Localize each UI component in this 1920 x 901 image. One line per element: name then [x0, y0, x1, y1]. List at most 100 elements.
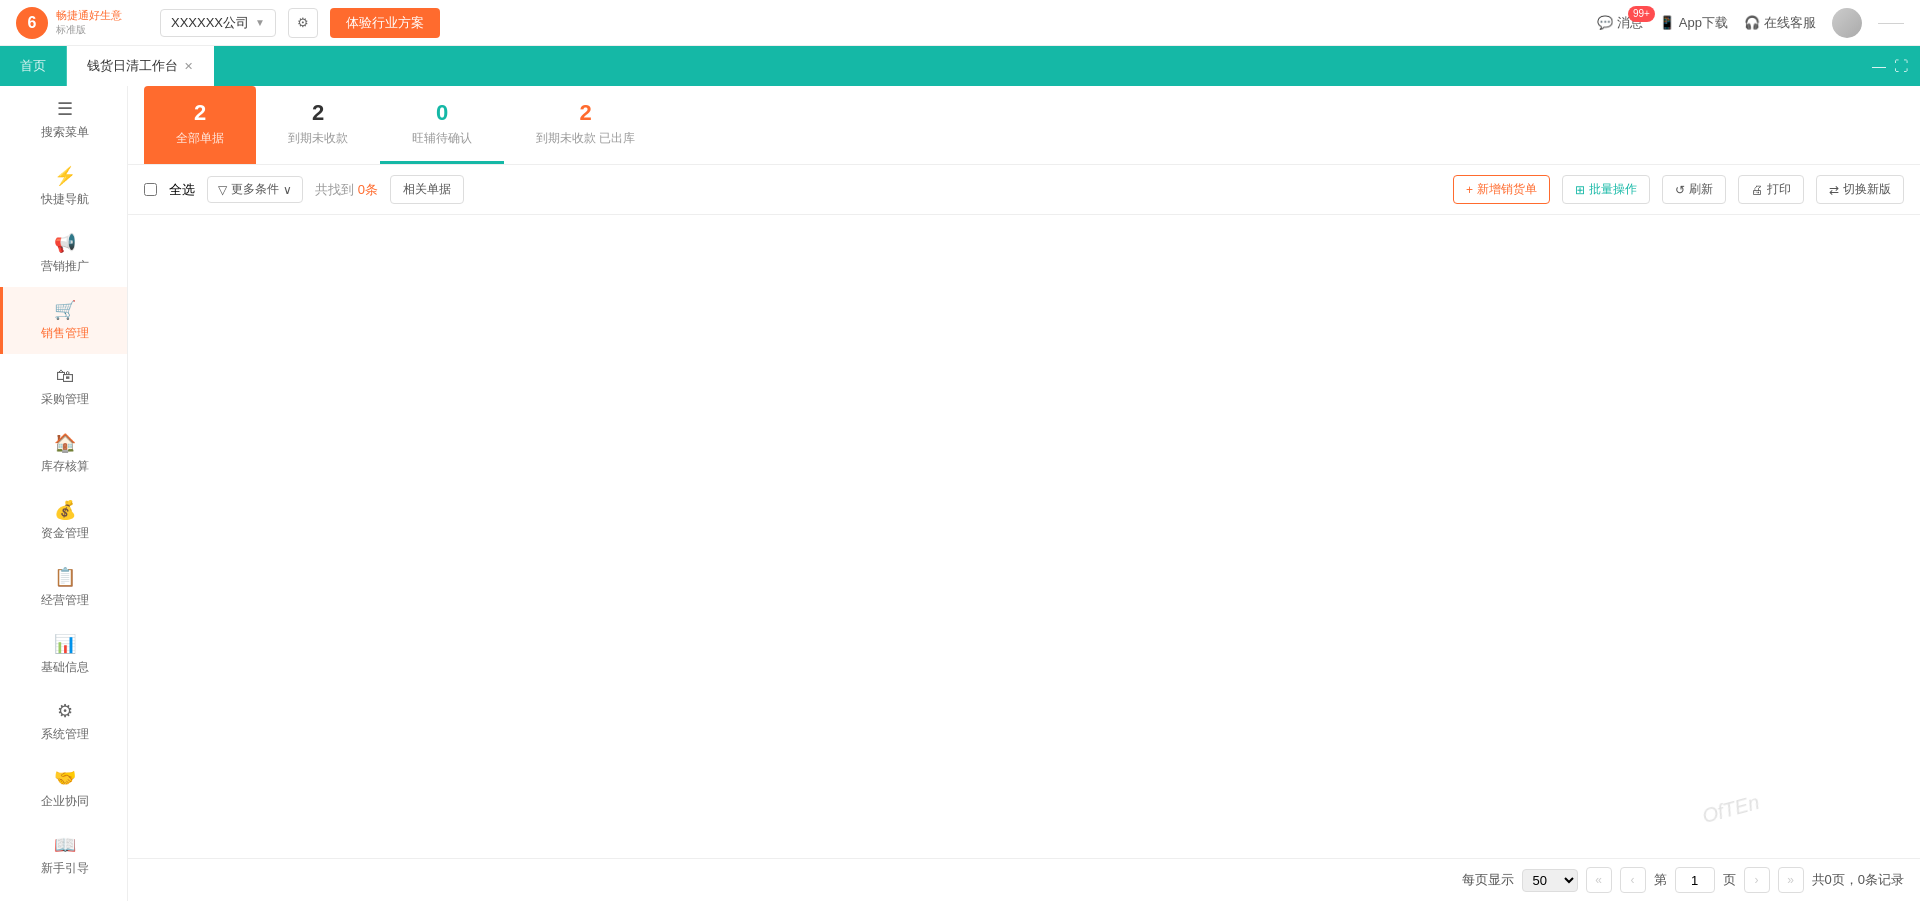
sidebar-item-quick-nav-label: 快捷导航 [41, 191, 89, 208]
sidebar-item-search-label: 搜索菜单 [41, 124, 89, 141]
batch-label: 批量操作 [1589, 181, 1637, 198]
quick-nav-icon: ⚡ [54, 165, 76, 187]
system-icon: ⚙ [57, 700, 73, 722]
summary-card-overdue[interactable]: 2 到期未收款 [256, 86, 380, 164]
prev-page-button[interactable]: ‹ [1620, 867, 1646, 893]
first-page-button[interactable]: « [1586, 867, 1612, 893]
purchase-icon: 🛍 [56, 366, 74, 387]
tab-home-label: 首页 [20, 57, 46, 75]
refresh-label: 刷新 [1689, 181, 1713, 198]
sidebar-item-apps[interactable]: 🎁 应用中心 [0, 889, 127, 901]
sidebar-item-guide[interactable]: 📖 新手引导 [0, 822, 127, 889]
sidebar-item-search[interactable]: ☰ 搜索菜单 [0, 86, 127, 153]
batch-icon: ⊞ [1575, 183, 1585, 197]
sidebar: ☰ 搜索菜单 ⚡ 快捷导航 📢 营销推广 🛒 销售管理 🛍 采购管理 🏠 库存核… [0, 86, 128, 901]
print-label: 打印 [1767, 181, 1791, 198]
trial-button[interactable]: 体验行业方案 [330, 8, 440, 38]
page-suffix-label: 页 [1723, 871, 1736, 889]
more-filter-button[interactable]: ▽ 更多条件 ∨ [207, 176, 303, 203]
table-area [128, 215, 1920, 858]
top-header: 6 畅捷通好生意 标准版 XXXXXX公司 ▼ ⚙ 体验行业方案 💬 消息 99… [0, 0, 1920, 46]
filter-arrow-icon: ∨ [283, 183, 292, 197]
switch-version-button[interactable]: ⇄ 切换新版 [1816, 175, 1904, 204]
per-page-select[interactable]: 10 20 50 100 [1522, 869, 1578, 892]
select-all-checkbox[interactable] [144, 183, 157, 196]
sidebar-item-enterprise[interactable]: 🤝 企业协同 [0, 755, 127, 822]
sidebar-item-system[interactable]: ⚙ 系统管理 [0, 688, 127, 755]
message-badge: 99+ [1628, 6, 1655, 22]
online-service-item[interactable]: 🎧 在线客服 [1744, 14, 1816, 32]
header-right: 💬 消息 99+ 📱 App下载 🎧 在线客服 —— [1597, 8, 1904, 38]
app-badge: 标准版 [56, 23, 122, 37]
batch-operation-button[interactable]: ⊞ 批量操作 [1562, 175, 1650, 204]
sidebar-item-operations[interactable]: 📋 经营管理 [0, 554, 127, 621]
tab-work-station-label: 钱货日清工作台 [87, 57, 178, 75]
select-all-label: 全选 [169, 181, 195, 199]
sidebar-item-inventory[interactable]: 🏠 库存核算 [0, 420, 127, 487]
message-item[interactable]: 💬 消息 99+ [1597, 14, 1643, 32]
logo-text-area: 畅捷通好生意 标准版 [56, 8, 122, 36]
print-icon: 🖨 [1751, 183, 1763, 197]
download-icon: 📱 [1659, 15, 1675, 30]
refresh-button[interactable]: ↺ 刷新 [1662, 175, 1726, 204]
inventory-icon: 🏠 [54, 432, 76, 454]
last-page-button[interactable]: » [1778, 867, 1804, 893]
tab-work-station[interactable]: 钱货日清工作台 ✕ [67, 46, 214, 86]
search-menu-icon: ☰ [57, 98, 73, 120]
tab-home[interactable]: 首页 [0, 46, 67, 86]
app-download-label: App下载 [1679, 14, 1728, 32]
app-download-item[interactable]: 📱 App下载 [1659, 14, 1728, 32]
sidebar-item-purchase[interactable]: 🛍 采购管理 [0, 354, 127, 420]
sidebar-item-sales[interactable]: 🛒 销售管理 [0, 287, 127, 354]
related-orders-button[interactable]: 相关单据 [390, 175, 464, 204]
settings-button[interactable]: ⚙ [288, 8, 318, 38]
logo-area: 6 畅捷通好生意 标准版 [16, 7, 144, 39]
sidebar-item-inventory-label: 库存核算 [41, 458, 89, 475]
add-order-label: 新增销货单 [1477, 181, 1537, 198]
app-name: 畅捷通好生意 [56, 8, 122, 22]
minimize-icon[interactable]: — [1872, 58, 1886, 74]
add-order-button[interactable]: + 新增销货单 [1453, 175, 1550, 204]
operations-icon: 📋 [54, 566, 76, 588]
gear-icon: ⚙ [297, 15, 309, 30]
sales-icon: 🛒 [54, 299, 76, 321]
print-button[interactable]: 🖨 打印 [1738, 175, 1804, 204]
page-prefix-label: 第 [1654, 871, 1667, 889]
sidebar-item-marketing-label: 营销推广 [41, 258, 89, 275]
summary-card-all[interactable]: 2 全部单据 [144, 86, 256, 164]
sidebar-item-quick-nav[interactable]: ⚡ 快捷导航 [0, 153, 127, 220]
sidebar-item-sales-label: 销售管理 [41, 325, 89, 342]
summary-overdue-count: 2 [312, 100, 324, 126]
filter-icon: ▽ [218, 183, 227, 197]
sidebar-item-finance[interactable]: 💰 资金管理 [0, 487, 127, 554]
summary-overdue-out-label: 到期未收款 已出库 [536, 130, 635, 147]
summary-all-count: 2 [194, 100, 206, 126]
sidebar-item-purchase-label: 采购管理 [41, 391, 89, 408]
toolbar: 全选 ▽ 更多条件 ∨ 共找到 0条 相关单据 + 新增销货单 [128, 165, 1920, 215]
sidebar-item-operations-label: 经营管理 [41, 592, 89, 609]
tab-bar-actions: — ⛶ [1872, 58, 1920, 74]
summary-card-overdue-out[interactable]: 2 到期未收款 已出库 [504, 86, 667, 164]
summary-card-wangfu[interactable]: 0 旺辅待确认 [380, 86, 504, 164]
enterprise-icon: 🤝 [54, 767, 76, 789]
header-center: XXXXXX公司 ▼ ⚙ 体验行业方案 [160, 8, 1597, 38]
tab-close-icon[interactable]: ✕ [184, 60, 193, 73]
company-selector[interactable]: XXXXXX公司 ▼ [160, 9, 276, 37]
app-logo-icon: 6 [16, 7, 48, 39]
pagination: 每页显示 10 20 50 100 « ‹ 第 页 › » 共0页，0条记录 [128, 858, 1920, 901]
sidebar-item-basic-info-label: 基础信息 [41, 659, 89, 676]
next-page-button[interactable]: › [1744, 867, 1770, 893]
found-text: 共找到 0条 [315, 181, 378, 199]
sidebar-item-marketing[interactable]: 📢 营销推广 [0, 220, 127, 287]
guide-icon: 📖 [54, 834, 76, 856]
summary-overdue-label: 到期未收款 [288, 130, 348, 147]
username-item[interactable]: —— [1878, 15, 1904, 30]
page-number-input[interactable] [1675, 867, 1715, 893]
tab-bar: 首页 钱货日清工作台 ✕ — ⛶ [0, 46, 1920, 86]
maximize-icon[interactable]: ⛶ [1894, 58, 1908, 74]
related-orders-label: 相关单据 [403, 181, 451, 198]
add-icon: + [1466, 183, 1473, 197]
sidebar-item-basic-info[interactable]: 📊 基础信息 [0, 621, 127, 688]
avatar[interactable] [1832, 8, 1862, 38]
more-filter-label: 更多条件 [231, 181, 279, 198]
